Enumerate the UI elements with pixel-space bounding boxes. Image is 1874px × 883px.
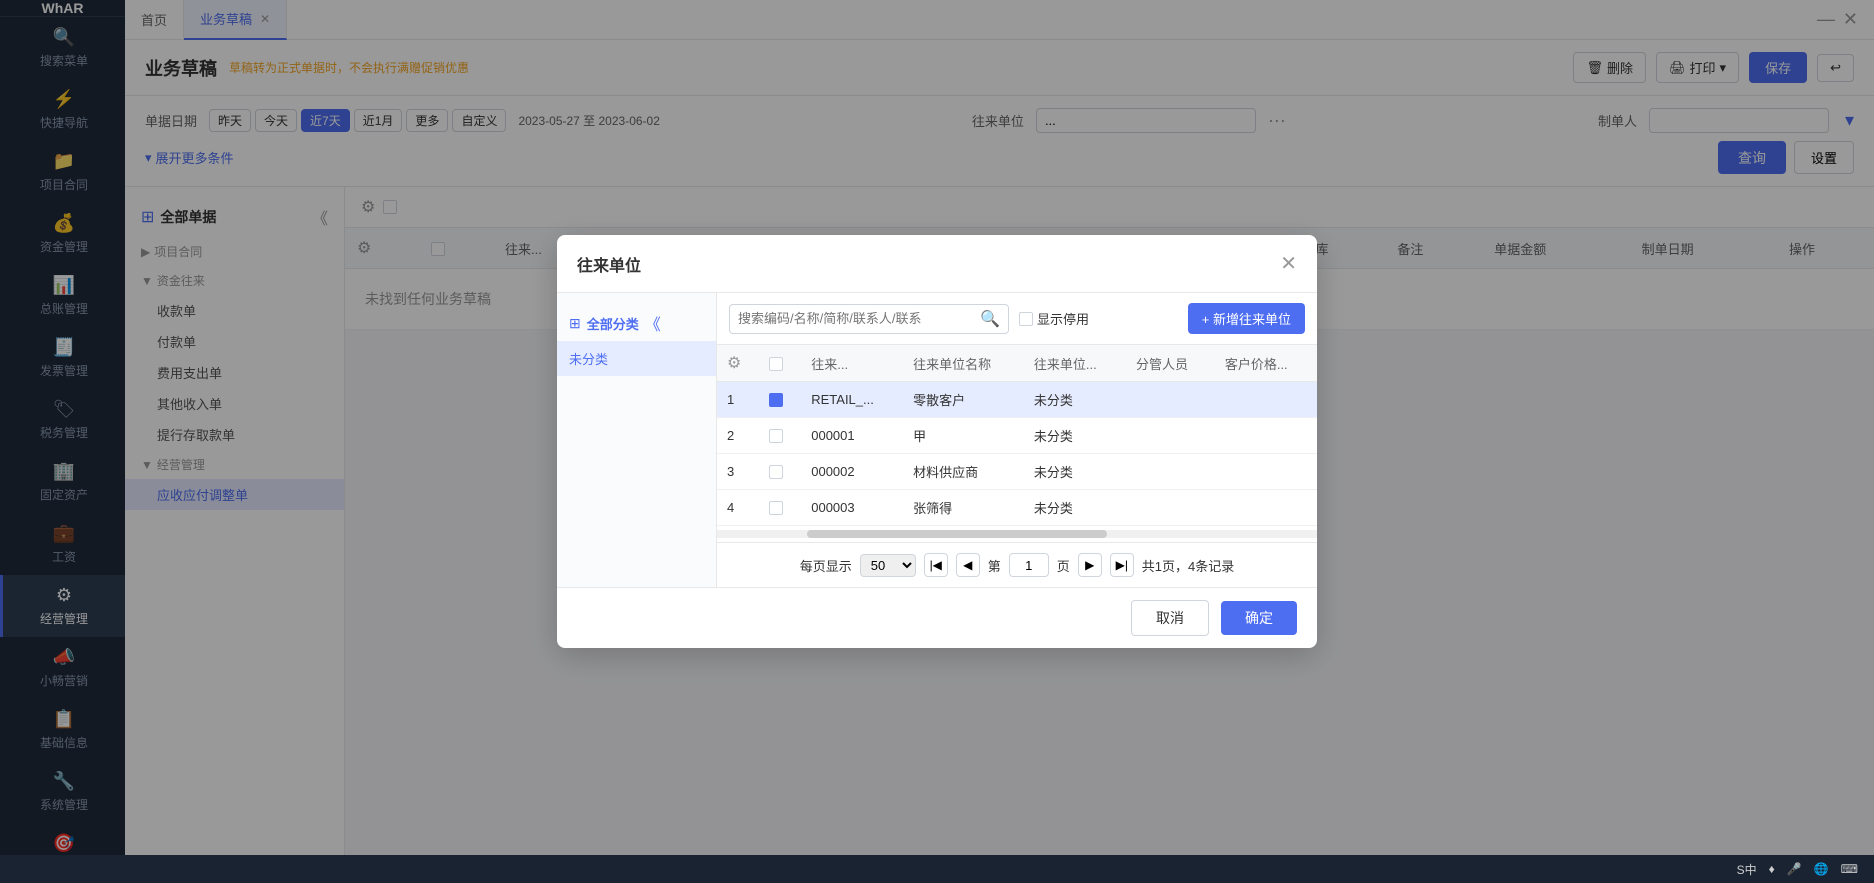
d-col-price: 客户价格... bbox=[1215, 345, 1317, 382]
modal-overlay: 往来单位 ✕ ⊞ 全部分类 《 未分类 🔍 bbox=[0, 0, 1874, 883]
search-box: 🔍 bbox=[729, 304, 1009, 334]
statusbar-mic-icon: 🎤 bbox=[1787, 862, 1802, 876]
row-name: 材料供应商 bbox=[903, 454, 1024, 490]
per-page-label: 每页显示 bbox=[800, 556, 852, 575]
tree-header: ⊞ 全部分类 《 bbox=[557, 305, 716, 341]
row-category: 未分类 bbox=[1024, 382, 1126, 418]
row-num: 2 bbox=[717, 418, 759, 454]
d-col-code: 往来... bbox=[801, 345, 903, 382]
row-manager bbox=[1126, 454, 1215, 490]
row-checkbox[interactable] bbox=[769, 429, 783, 443]
row-cb[interactable] bbox=[759, 382, 801, 418]
dialog-close-btn[interactable]: ✕ bbox=[1280, 251, 1297, 276]
d-col-name: 往来单位名称 bbox=[903, 345, 1024, 382]
statusbar-diamond-icon: ♦ bbox=[1769, 862, 1775, 876]
table-row[interactable]: 3 000002 材料供应商 未分类 bbox=[717, 454, 1317, 490]
row-cb[interactable] bbox=[759, 490, 801, 526]
per-page-select[interactable]: 50 100 bbox=[860, 554, 916, 577]
row-price bbox=[1215, 454, 1317, 490]
current-page-input[interactable] bbox=[1009, 553, 1049, 577]
dialog-table-header: ⚙ 往来... 往来单位名称 往来单位... 分管人员 客户价格... bbox=[717, 345, 1317, 382]
d-col-cb bbox=[759, 345, 801, 382]
table-row[interactable]: 4 000003 张筛得 未分类 bbox=[717, 490, 1317, 526]
dialog-header: 往来单位 ✕ bbox=[557, 235, 1317, 293]
row-price bbox=[1215, 382, 1317, 418]
row-price bbox=[1215, 490, 1317, 526]
d-col-manager: 分管人员 bbox=[1126, 345, 1215, 382]
party-search-input[interactable] bbox=[738, 311, 980, 326]
row-num: 3 bbox=[717, 454, 759, 490]
row-num: 4 bbox=[717, 490, 759, 526]
row-cb[interactable] bbox=[759, 418, 801, 454]
table-row[interactable]: 2 000001 甲 未分类 bbox=[717, 418, 1317, 454]
row-price bbox=[1215, 418, 1317, 454]
row-name: 甲 bbox=[903, 418, 1024, 454]
total-label: 共1页，4条记录 bbox=[1142, 556, 1234, 575]
dialog-toolbar: 🔍 显示停用 + 新增往来单位 bbox=[717, 293, 1317, 345]
row-category: 未分类 bbox=[1024, 490, 1126, 526]
prev-page-btn[interactable]: ◀ bbox=[956, 553, 980, 577]
tree-grid-icon: ⊞ bbox=[569, 315, 581, 332]
row-code: 000001 bbox=[801, 418, 903, 454]
row-code: 000002 bbox=[801, 454, 903, 490]
page-word: 第 bbox=[988, 556, 1001, 575]
confirm-btn[interactable]: 确定 bbox=[1221, 601, 1297, 635]
dialog-scrollbar[interactable] bbox=[717, 530, 1317, 538]
dialog-body: ⊞ 全部分类 《 未分类 🔍 显示停用 bbox=[557, 293, 1317, 587]
next-page-btn[interactable]: ▶ bbox=[1078, 553, 1102, 577]
row-checkbox[interactable] bbox=[769, 501, 783, 515]
row-checkbox[interactable] bbox=[769, 465, 783, 479]
page-label: 页 bbox=[1057, 556, 1070, 575]
dialog-actions: 取消 确定 bbox=[557, 587, 1317, 648]
row-checkbox[interactable] bbox=[769, 393, 783, 407]
tree-item-uncategorized[interactable]: 未分类 bbox=[557, 341, 716, 376]
party-dialog: 往来单位 ✕ ⊞ 全部分类 《 未分类 🔍 bbox=[557, 235, 1317, 648]
row-manager bbox=[1126, 418, 1215, 454]
row-cb[interactable] bbox=[759, 454, 801, 490]
row-manager bbox=[1126, 490, 1215, 526]
add-party-btn[interactable]: + 新增往来单位 bbox=[1188, 303, 1305, 334]
row-name: 零散客户 bbox=[903, 382, 1024, 418]
search-icon[interactable]: 🔍 bbox=[980, 309, 1000, 329]
row-category: 未分类 bbox=[1024, 418, 1126, 454]
dialog-right-content: 🔍 显示停用 + 新增往来单位 ⚙ bbox=[717, 293, 1317, 587]
row-num: 1 bbox=[717, 382, 759, 418]
dialog-table-wrap: ⚙ 往来... 往来单位名称 往来单位... 分管人员 客户价格... bbox=[717, 345, 1317, 526]
statusbar-s-icon: S中 bbox=[1737, 861, 1757, 878]
d-col-category: 往来单位... bbox=[1024, 345, 1126, 382]
first-page-btn[interactable]: |◀ bbox=[924, 553, 948, 577]
d-col-gear: ⚙ bbox=[717, 345, 759, 382]
dialog-party-table: ⚙ 往来... 往来单位名称 往来单位... 分管人员 客户价格... bbox=[717, 345, 1317, 526]
row-name: 张筛得 bbox=[903, 490, 1024, 526]
statusbar: S中 ♦ 🎤 🌐 ⌨ bbox=[0, 855, 1874, 883]
last-page-btn[interactable]: ▶| bbox=[1110, 553, 1134, 577]
show-disabled-checkbox[interactable] bbox=[1019, 312, 1033, 326]
dialog-title: 往来单位 bbox=[577, 252, 641, 276]
show-disabled-toggle[interactable]: 显示停用 bbox=[1019, 309, 1089, 328]
dialog-pagination: 每页显示 50 100 |◀ ◀ 第 页 ▶ ▶| 共1页，4条记录 bbox=[717, 542, 1317, 587]
table-row[interactable]: 1 RETAIL_... 零散客户 未分类 bbox=[717, 382, 1317, 418]
row-category: 未分类 bbox=[1024, 454, 1126, 490]
statusbar-keyboard-icon: ⌨ bbox=[1841, 862, 1858, 876]
tree-all-label[interactable]: 全部分类 bbox=[587, 314, 639, 333]
tree-collapse-btn[interactable]: 《 bbox=[645, 311, 661, 335]
row-code: 000003 bbox=[801, 490, 903, 526]
d-gear-icon[interactable]: ⚙ bbox=[727, 355, 741, 372]
cancel-btn[interactable]: 取消 bbox=[1131, 600, 1209, 636]
scrollbar-thumb[interactable] bbox=[807, 530, 1107, 538]
row-code: RETAIL_... bbox=[801, 382, 903, 418]
dialog-tree: ⊞ 全部分类 《 未分类 bbox=[557, 293, 717, 587]
row-manager bbox=[1126, 382, 1215, 418]
d-header-cb[interactable] bbox=[769, 357, 783, 371]
statusbar-globe-icon: 🌐 bbox=[1814, 862, 1829, 876]
